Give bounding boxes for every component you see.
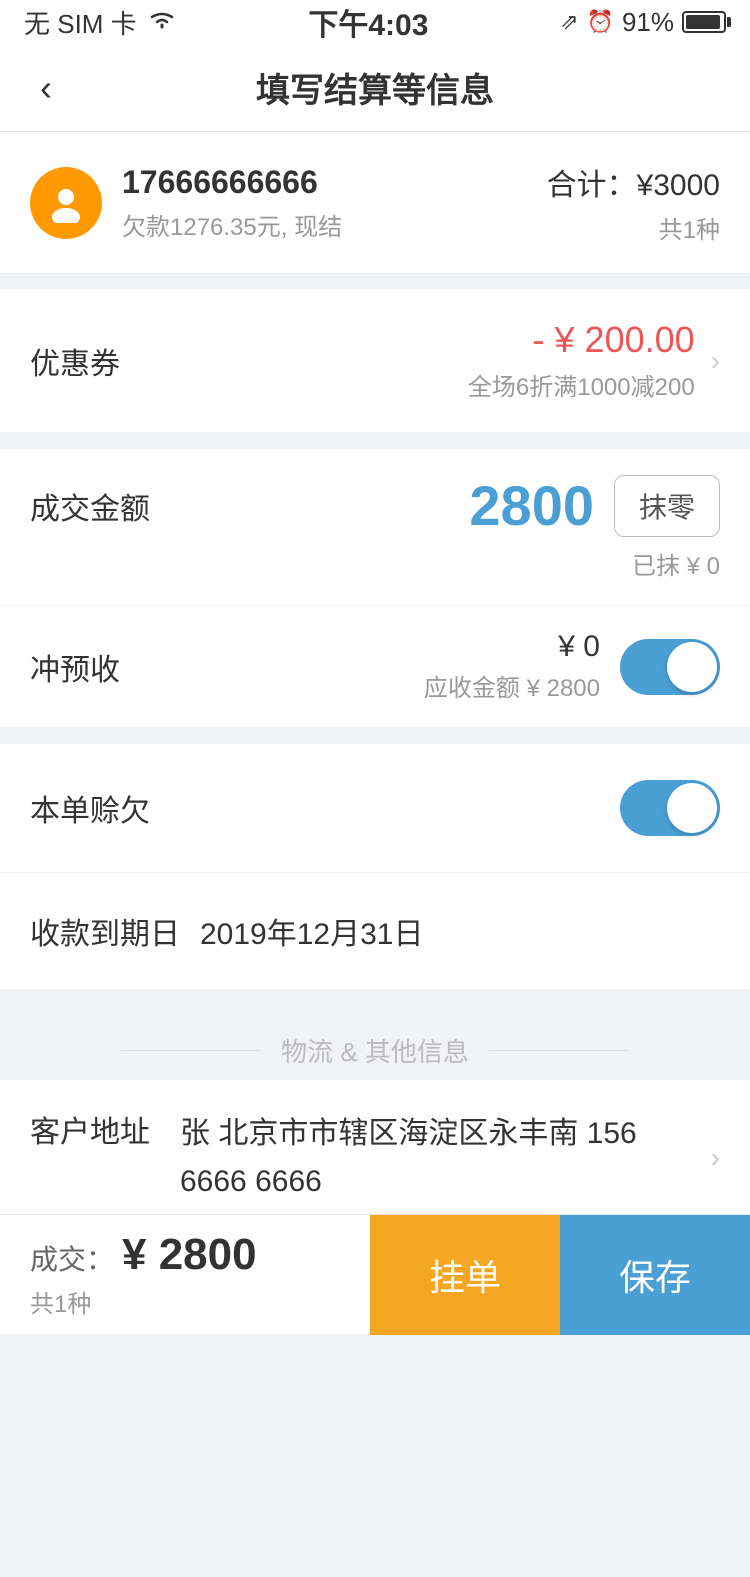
status-right: ⇗ ⏰ 91% (560, 7, 726, 38)
coupon-amount: - ¥ 200.00 (533, 319, 695, 361)
wifi-icon (147, 7, 177, 38)
coupon-value: - ¥ 200.00 全场6折满1000减200 (468, 319, 695, 402)
battery-percent: 91% (622, 7, 674, 38)
hold-button[interactable]: 挂单 (370, 1215, 560, 1335)
customer-row: 17666666666 欠款1276.35元, 现结 合计：¥3000 共1种 (30, 160, 720, 245)
nav-bar: ‹ 填写结算等信息 (0, 44, 750, 132)
total-amount: 合计：¥3000 (547, 160, 720, 204)
alarm-icon: ⏰ (587, 9, 614, 35)
due-date: 2019年12月31日 (200, 909, 423, 953)
content: 17666666666 欠款1276.35元, 现结 合计：¥3000 共1种 … (0, 132, 750, 1577)
prepay-label: 冲预收 (30, 645, 120, 689)
total-count: 共1种 (547, 210, 720, 245)
prepay-row: 冲预收 ¥ 0 应收金额 ¥ 2800 (30, 630, 720, 703)
deal-sub: 已抹 ¥ 0 (30, 546, 720, 581)
avatar (30, 167, 102, 239)
coupon-label: 优惠券 (30, 339, 120, 383)
prepay-amount-col: ¥ 0 应收金额 ¥ 2800 (424, 630, 600, 703)
customer-left: 17666666666 欠款1276.35元, 现结 (30, 164, 342, 242)
deal-label: 成交金额 (30, 484, 150, 528)
logistics-label: 物流 & 其他信息 (121, 1032, 629, 1069)
address-value: 张 北京市市辖区海淀区永丰南 156 6666 6666 (180, 1110, 695, 1206)
due-label: 收款到期日 (30, 909, 180, 953)
bottom-deal-row: 成交： ¥ 2800 (30, 1230, 340, 1280)
save-button[interactable]: 保存 (560, 1215, 750, 1335)
prepay-sub: 应收金额 ¥ 2800 (424, 668, 600, 703)
debit-section: 本单赊欠 (0, 744, 750, 873)
coupon-desc: 全场6折满1000减200 (468, 367, 695, 402)
coupon-arrow-icon: › (711, 345, 720, 377)
bottom-info: 成交： ¥ 2800 共1种 (0, 1230, 370, 1319)
customer-info-card: 17666666666 欠款1276.35元, 现结 合计：¥3000 共1种 (0, 132, 750, 273)
bottom-deal-amount: ¥ 2800 (122, 1230, 257, 1280)
section-divider-2 (0, 728, 750, 744)
location-icon: ⇗ (560, 9, 578, 35)
customer-phone: 17666666666 (122, 164, 342, 201)
prepay-right: ¥ 0 应收金额 ¥ 2800 (424, 630, 720, 703)
due-section: 收款到期日 2019年12月31日 (0, 873, 750, 990)
deal-right: 2800 抹零 (469, 473, 720, 538)
battery-icon (682, 11, 726, 33)
status-left: 无 SIM 卡 (24, 4, 177, 41)
debit-toggle-knob (667, 783, 717, 833)
deal-row: 成交金额 2800 抹零 (30, 473, 720, 538)
section-divider-3 (0, 990, 750, 1020)
carrier-text: 无 SIM 卡 (24, 4, 137, 41)
customer-sub: 欠款1276.35元, 现结 (122, 207, 342, 242)
customer-info: 17666666666 欠款1276.35元, 现结 (122, 164, 342, 242)
prepay-section: 冲预收 ¥ 0 应收金额 ¥ 2800 (0, 606, 750, 728)
deal-amount-section: 成交金额 2800 抹零 已抹 ¥ 0 (0, 449, 750, 606)
address-arrow-icon: › (711, 1142, 720, 1174)
customer-right: 合计：¥3000 共1种 (547, 160, 720, 245)
back-button[interactable]: ‹ (30, 57, 62, 119)
status-time: 下午4:03 (308, 0, 428, 44)
prepay-toggle[interactable] (620, 639, 720, 695)
page-title: 填写结算等信息 (256, 63, 494, 112)
prepay-amount: ¥ 0 (424, 630, 600, 664)
prepay-toggle-knob (667, 642, 717, 692)
coupon-row[interactable]: 优惠券 - ¥ 200.00 全场6折满1000减200 › (0, 289, 750, 433)
debit-toggle[interactable] (620, 780, 720, 836)
address-label: 客户地址 (30, 1110, 150, 1155)
status-bar: 无 SIM 卡 下午4:03 ⇗ ⏰ 91% (0, 0, 750, 44)
section-divider-1 (0, 433, 750, 449)
deal-number: 2800 (469, 473, 594, 538)
bottom-bar: 成交： ¥ 2800 共1种 挂单 保存 (0, 1214, 750, 1334)
bottom-count: 共1种 (30, 1284, 340, 1319)
round-button[interactable]: 抹零 (614, 475, 720, 537)
logistics-divider: 物流 & 其他信息 (0, 1020, 750, 1080)
debit-label: 本单赊欠 (30, 786, 150, 830)
bottom-deal-label: 成交： (30, 1238, 114, 1278)
